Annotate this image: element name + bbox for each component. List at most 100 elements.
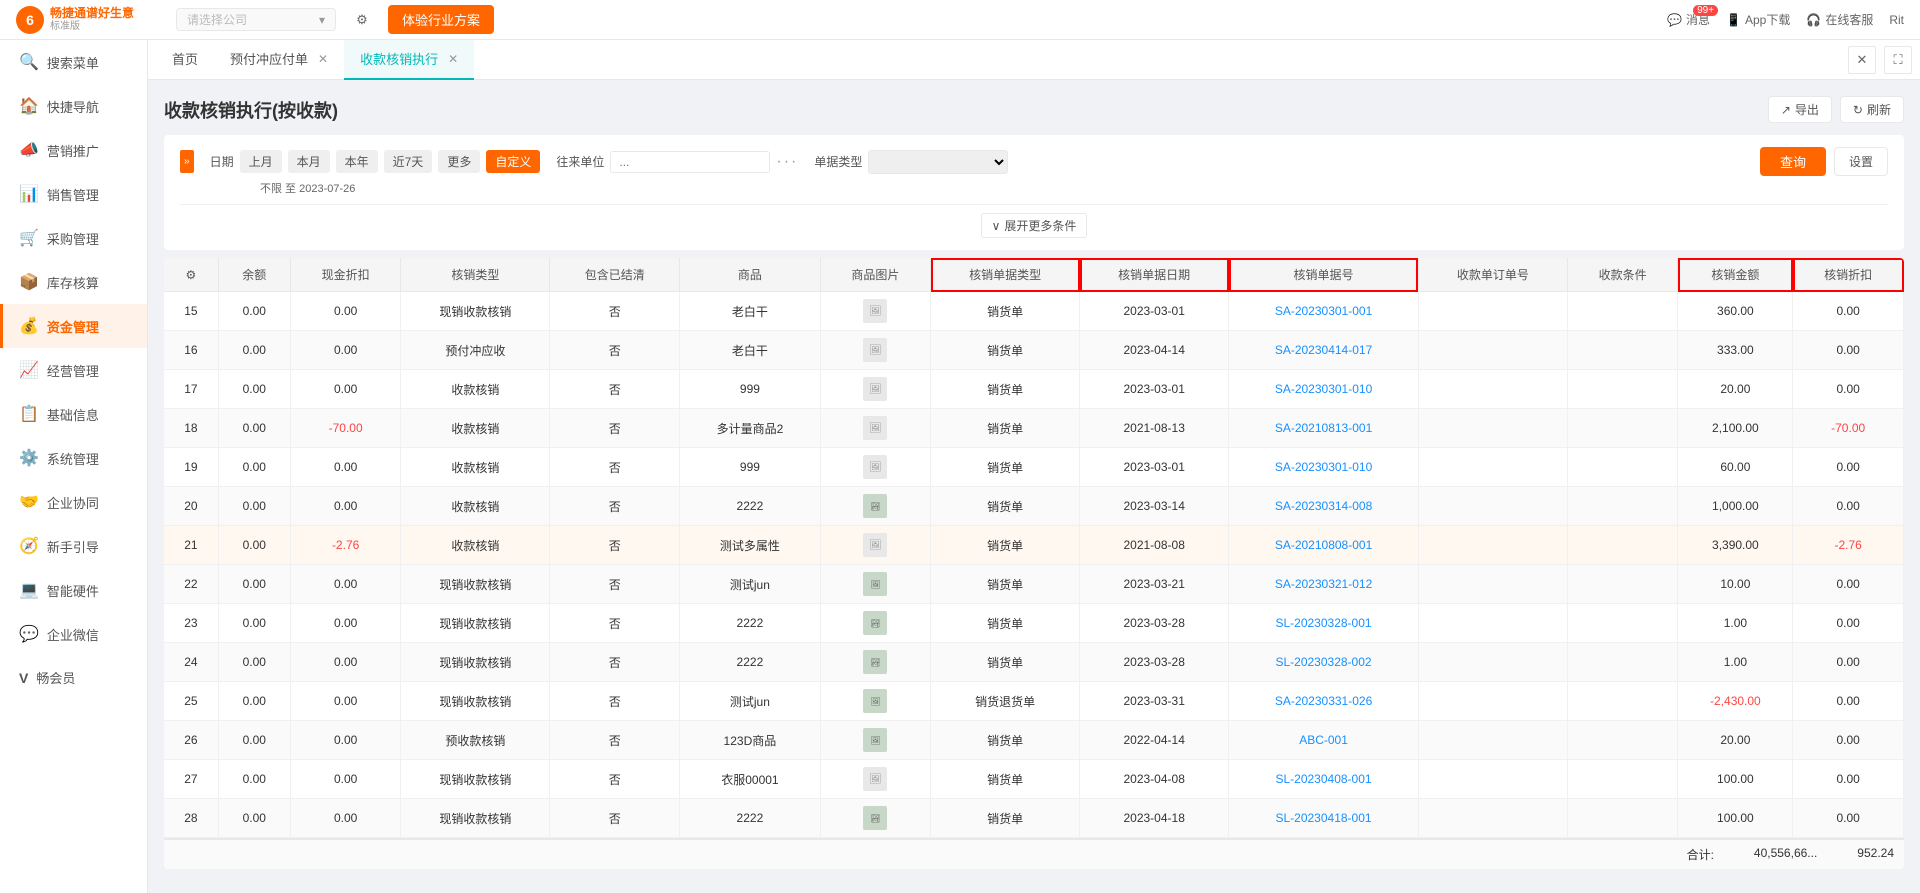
bill-no-link[interactable]: SA-20210808-001 [1275, 538, 1372, 552]
sidebar-item-guide[interactable]: 🧭 新手引导 [0, 524, 147, 568]
tab-writeoff[interactable]: 收款核销执行 ✕ [344, 40, 474, 80]
goods-image-pic: 🏞 [863, 611, 887, 635]
cell-goods: 2222 [680, 604, 820, 643]
cell-bill-no[interactable]: SA-20230301-010 [1229, 448, 1419, 487]
industry-solution-button[interactable]: 体验行业方案 [388, 5, 494, 34]
cell-id: 20 [164, 487, 218, 526]
sidebar-item-collab[interactable]: 🤝 企业协同 [0, 480, 147, 524]
expand-chevron-icon: ∨ [992, 219, 1001, 233]
filter-setting-button[interactable]: 设置 [1834, 147, 1888, 176]
sidebar-item-marketing[interactable]: 📣 营销推广 [0, 128, 147, 172]
goods-image-pic: 🏞 [863, 494, 887, 518]
bill-no-link[interactable]: SA-20230301-010 [1275, 460, 1372, 474]
th-cash-discount: 现金折扣 [290, 258, 401, 292]
sidebar-item-member[interactable]: V 畅会员 [0, 656, 147, 699]
cell-write-off-disc: 0.00 [1793, 682, 1904, 721]
logo-icon: 6 [16, 6, 44, 34]
cell-bill-no[interactable]: SA-20230414-017 [1229, 331, 1419, 370]
sidebar-item-purchase[interactable]: 🛒 采购管理 [0, 216, 147, 260]
sidebar-item-search[interactable]: 🔍 搜索菜单 [0, 40, 147, 84]
sidebar-item-operations[interactable]: 📈 经营管理 [0, 348, 147, 392]
message-badge: 99+ [1693, 5, 1718, 16]
th-settings[interactable]: ⚙ [164, 258, 218, 292]
cell-settled: 否 [550, 526, 680, 565]
tab-prepay-close-icon[interactable]: ✕ [318, 52, 328, 66]
sidebar-item-finance[interactable]: 💰 资金管理 [0, 304, 147, 348]
bill-no-link[interactable]: SA-20230331-026 [1275, 694, 1372, 708]
cell-bill-no[interactable]: SL-20230418-001 [1229, 799, 1419, 838]
cell-id: 22 [164, 565, 218, 604]
expand-more-button[interactable]: ∨ 展开更多条件 [981, 213, 1088, 238]
sidebar-item-wechat[interactable]: 💬 企业微信 [0, 612, 147, 656]
bill-no-link[interactable]: SA-20230301-010 [1275, 382, 1372, 396]
bill-no-link[interactable]: SA-20230301-001 [1275, 304, 1372, 318]
cell-bill-no[interactable]: SL-20230328-001 [1229, 604, 1419, 643]
bill-no-link[interactable]: SA-20230314-008 [1275, 499, 1372, 513]
sidebar-item-inventory[interactable]: 📦 库存核算 [0, 260, 147, 304]
settings-gear-button[interactable]: ⚙ [348, 6, 376, 34]
date-btn-this-year[interactable]: 本年 [336, 150, 378, 173]
sidebar-item-basic[interactable]: 📋 基础信息 [0, 392, 147, 436]
date-btn-7days[interactable]: 近7天 [384, 150, 433, 173]
bill-no-link[interactable]: SL-20230418-001 [1275, 811, 1371, 825]
cell-bill-no[interactable]: SA-20230321-012 [1229, 565, 1419, 604]
sidebar-item-quick[interactable]: 🏠 快捷导航 [0, 84, 147, 128]
th-write-off-amt: 核销金额 [1678, 258, 1793, 292]
cell-bill-no[interactable]: SA-20210813-001 [1229, 409, 1419, 448]
close-all-tabs-button[interactable]: ✕ [1848, 46, 1876, 74]
expand-tabs-button[interactable]: ⛶ [1884, 46, 1912, 74]
bill-no-link[interactable]: SL-20230328-001 [1275, 616, 1371, 630]
bill-no-link[interactable]: SL-20230328-002 [1275, 655, 1371, 669]
cell-receipt-cond [1567, 448, 1678, 487]
tab-writeoff-close-icon[interactable]: ✕ [448, 52, 458, 66]
bill-no-link[interactable]: ABC-001 [1299, 733, 1348, 747]
cell-write-off-disc: 0.00 [1793, 370, 1904, 409]
cell-bill-no[interactable]: SA-20230301-001 [1229, 292, 1419, 331]
message-icon: 💬 [1667, 13, 1682, 27]
cell-bill-no[interactable]: SA-20210808-001 [1229, 526, 1419, 565]
online-service-button[interactable]: 🎧 在线客服 [1806, 11, 1873, 28]
message-button[interactable]: 💬 消息 99+ [1667, 11, 1710, 28]
cell-bill-no[interactable]: ABC-001 [1229, 721, 1419, 760]
table-row: 25 0.00 0.00 现销收款核销 否 测试jun 🖼 销货退货单 2023… [164, 682, 1904, 721]
company-selector[interactable]: 请选择公司 ▾ [176, 8, 336, 31]
cell-bill-no[interactable]: SA-20230301-010 [1229, 370, 1419, 409]
export-button[interactable]: ↗ 导出 [1768, 96, 1832, 123]
cell-bill-no[interactable]: SL-20230328-002 [1229, 643, 1419, 682]
bill-no-link[interactable]: SA-20230414-017 [1275, 343, 1372, 357]
date-btn-custom[interactable]: 自定义 [486, 150, 540, 173]
app-download-button[interactable]: 📱 App下载 [1726, 11, 1790, 28]
refresh-button[interactable]: ↻ 刷新 [1840, 96, 1904, 123]
tab-prepay[interactable]: 预付冲应付单 ✕ [214, 40, 344, 80]
cell-bill-date: 2023-03-28 [1080, 643, 1229, 682]
search-button[interactable]: 查询 [1760, 147, 1826, 176]
sidebar-item-sales[interactable]: 📊 销售管理 [0, 172, 147, 216]
cell-cash-discount: -70.00 [290, 409, 401, 448]
cell-settled: 否 [550, 760, 680, 799]
date-btn-this-month[interactable]: 本月 [288, 150, 330, 173]
cell-bill-no[interactable]: SA-20230314-008 [1229, 487, 1419, 526]
cell-bill-no[interactable]: SL-20230408-001 [1229, 760, 1419, 799]
cell-receipt-no [1418, 409, 1567, 448]
date-btn-more[interactable]: 更多 [438, 150, 480, 173]
collab-icon: 🤝 [19, 492, 39, 512]
cell-bill-type: 销货单 [931, 487, 1080, 526]
bill-no-link[interactable]: SA-20210813-001 [1275, 421, 1372, 435]
tab-home[interactable]: 首页 [156, 40, 214, 80]
cell-goods-img: 🖼 [820, 526, 931, 565]
sidebar-item-label: 库存核算 [47, 273, 99, 292]
bill-type-select[interactable] [868, 150, 1008, 174]
user-name[interactable]: Rit [1889, 13, 1904, 27]
bill-no-link[interactable]: SL-20230408-001 [1275, 772, 1371, 786]
partner-input[interactable] [610, 151, 770, 173]
th-goods: 商品 [680, 258, 820, 292]
filter-expand-button[interactable]: » [180, 150, 194, 173]
content-area: 首页 预付冲应付单 ✕ 收款核销执行 ✕ ✕ ⛶ 收款核销执行(按收款) [148, 40, 1920, 893]
sidebar-item-system[interactable]: ⚙️ 系统管理 [0, 436, 147, 480]
bill-no-link[interactable]: SA-20230321-012 [1275, 577, 1372, 591]
cell-bill-type: 销货单 [931, 292, 1080, 331]
date-btn-last-month[interactable]: 上月 [240, 150, 282, 173]
sidebar-item-hardware[interactable]: 💻 智能硬件 [0, 568, 147, 612]
cell-balance: 0.00 [218, 409, 290, 448]
cell-bill-no[interactable]: SA-20230331-026 [1229, 682, 1419, 721]
